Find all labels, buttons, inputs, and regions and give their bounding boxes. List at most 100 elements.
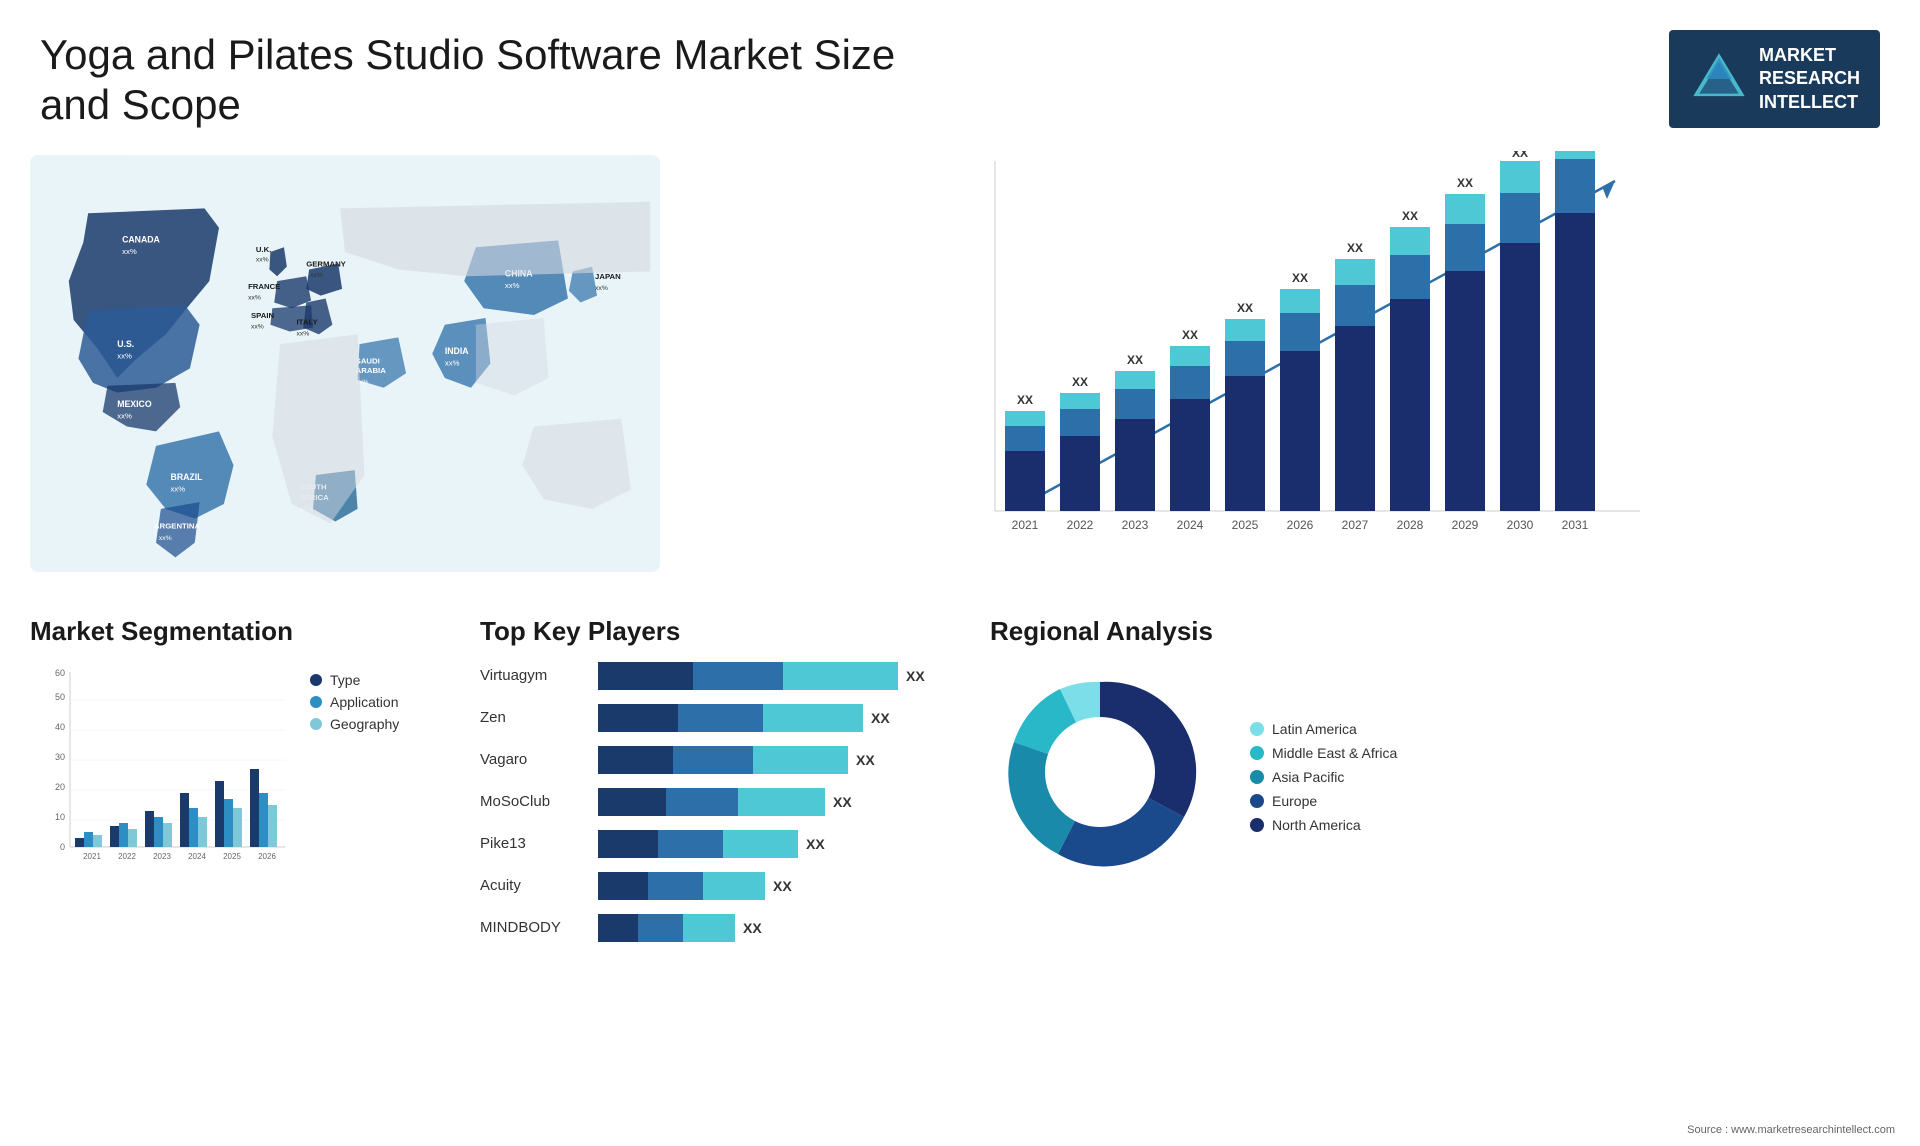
svg-text:xx%: xx% bbox=[248, 294, 261, 301]
player-bar-mid bbox=[638, 914, 683, 942]
svg-text:xx%: xx% bbox=[122, 247, 137, 256]
svg-text:2023: 2023 bbox=[1122, 518, 1149, 532]
svg-text:xx%: xx% bbox=[595, 285, 608, 292]
svg-text:2023: 2023 bbox=[153, 852, 171, 861]
player-bar-light bbox=[683, 914, 735, 942]
regional-inner: Latin America Middle East & Africa Asia … bbox=[990, 662, 1890, 882]
svg-text:2024: 2024 bbox=[188, 852, 206, 861]
regional-section: Regional Analysis bbox=[980, 606, 1900, 966]
player-bar-dark bbox=[598, 914, 638, 942]
legend-north-america: North America bbox=[1250, 817, 1397, 833]
north-america-label: North America bbox=[1272, 817, 1361, 833]
player-name-pike13: Pike13 bbox=[480, 835, 590, 852]
player-bar-light bbox=[738, 788, 825, 816]
svg-text:30: 30 bbox=[55, 752, 65, 762]
svg-text:2026: 2026 bbox=[258, 852, 276, 861]
player-row-acuity: Acuity XX bbox=[480, 872, 940, 900]
donut-chart bbox=[990, 662, 1210, 882]
svg-text:2027: 2027 bbox=[1342, 518, 1369, 532]
player-value: XX bbox=[856, 752, 875, 768]
svg-text:2029: 2029 bbox=[1452, 518, 1479, 532]
segmentation-chart: 0 10 20 30 40 50 60 2021 bbox=[30, 662, 290, 882]
legend-latin-america: Latin America bbox=[1250, 721, 1397, 737]
player-value: XX bbox=[773, 878, 792, 894]
player-bars-acuity: XX bbox=[598, 872, 940, 900]
page-title: Yoga and Pilates Studio Software Market … bbox=[40, 30, 940, 131]
player-bar-mid bbox=[648, 872, 703, 900]
player-bar-mid bbox=[658, 830, 723, 858]
latin-america-dot bbox=[1250, 722, 1264, 736]
svg-text:2031: 2031 bbox=[1562, 518, 1589, 532]
svg-text:BRAZIL: BRAZIL bbox=[171, 472, 204, 482]
player-bars-vagaro: XX bbox=[598, 746, 940, 774]
svg-text:SPAIN: SPAIN bbox=[251, 311, 275, 320]
player-value: XX bbox=[743, 920, 762, 936]
svg-text:XX: XX bbox=[1567, 151, 1583, 152]
application-label: Application bbox=[330, 694, 399, 710]
player-bar-dark bbox=[598, 788, 666, 816]
legend-type: Type bbox=[310, 672, 399, 688]
player-bars-mindbody: XX bbox=[598, 914, 940, 942]
asia-pacific-label: Asia Pacific bbox=[1272, 769, 1344, 785]
svg-text:xx%: xx% bbox=[117, 412, 132, 421]
player-name-mindbody: MINDBODY bbox=[480, 919, 590, 936]
player-row-zen: Zen XX bbox=[480, 704, 940, 732]
type-label: Type bbox=[330, 672, 360, 688]
svg-text:ITALY: ITALY bbox=[297, 318, 319, 327]
svg-text:2021: 2021 bbox=[1012, 518, 1039, 532]
svg-text:50: 50 bbox=[55, 692, 65, 702]
player-row-mindbody: MINDBODY XX bbox=[480, 914, 940, 942]
segmentation-legend: Type Application Geography bbox=[310, 672, 399, 732]
svg-text:XX: XX bbox=[1072, 375, 1088, 389]
svg-text:XX: XX bbox=[1127, 353, 1143, 367]
svg-text:60: 60 bbox=[55, 668, 65, 678]
svg-text:xx%: xx% bbox=[445, 358, 460, 367]
svg-text:SAUDI: SAUDI bbox=[356, 356, 380, 365]
player-value: XX bbox=[806, 836, 825, 852]
player-name-acuity: Acuity bbox=[480, 877, 590, 894]
geography-label: Geography bbox=[330, 716, 399, 732]
player-bar-dark bbox=[598, 872, 648, 900]
svg-text:2025: 2025 bbox=[223, 852, 241, 861]
svg-text:U.K.: U.K. bbox=[256, 245, 271, 254]
svg-text:XX: XX bbox=[1457, 176, 1473, 190]
player-bar-light bbox=[703, 872, 765, 900]
svg-text:2028: 2028 bbox=[1397, 518, 1424, 532]
svg-text:xx%: xx% bbox=[159, 535, 172, 542]
player-bars-pike13: XX bbox=[598, 830, 940, 858]
legend-application: Application bbox=[310, 694, 399, 710]
svg-text:20: 20 bbox=[55, 782, 65, 792]
player-bar-light bbox=[783, 662, 898, 690]
svg-text:xx%: xx% bbox=[505, 281, 520, 290]
segmentation-title: Market Segmentation bbox=[30, 616, 430, 647]
regional-title: Regional Analysis bbox=[990, 616, 1890, 647]
player-name-mosoclub: MoSoClub bbox=[480, 793, 590, 810]
svg-text:XX: XX bbox=[1237, 301, 1253, 315]
svg-text:2021: 2021 bbox=[83, 852, 101, 861]
svg-text:ARABIA: ARABIA bbox=[356, 366, 387, 375]
player-bar-mid bbox=[693, 662, 783, 690]
svg-text:2024: 2024 bbox=[1177, 518, 1204, 532]
svg-text:INDIA: INDIA bbox=[445, 346, 469, 356]
player-row-mosoclub: MoSoClub XX bbox=[480, 788, 940, 816]
player-bars-virtuagym: XX bbox=[598, 662, 940, 690]
key-players-title: Top Key Players bbox=[480, 616, 940, 647]
player-bar-dark bbox=[598, 662, 693, 690]
svg-text:XX: XX bbox=[1182, 328, 1198, 342]
player-bars-mosoclub: XX bbox=[598, 788, 940, 816]
player-bar-mid bbox=[673, 746, 753, 774]
asia-pacific-dot bbox=[1250, 770, 1264, 784]
player-bar-light bbox=[723, 830, 798, 858]
europe-dot bbox=[1250, 794, 1264, 808]
logo-area: MARKET RESEARCH INTELLECT bbox=[1669, 30, 1880, 128]
player-name-virtuagym: Virtuagym bbox=[480, 667, 590, 684]
svg-text:40: 40 bbox=[55, 722, 65, 732]
world-map: CANADA xx% U.S. xx% MEXICO xx% BRAZIL xx… bbox=[30, 151, 660, 576]
europe-label: Europe bbox=[1272, 793, 1317, 809]
type-dot bbox=[310, 674, 322, 686]
svg-text:xx%: xx% bbox=[251, 323, 264, 330]
legend-europe: Europe bbox=[1250, 793, 1397, 809]
svg-text:xx%: xx% bbox=[171, 484, 186, 493]
player-bar-light bbox=[763, 704, 863, 732]
svg-text:xx%: xx% bbox=[117, 351, 132, 360]
